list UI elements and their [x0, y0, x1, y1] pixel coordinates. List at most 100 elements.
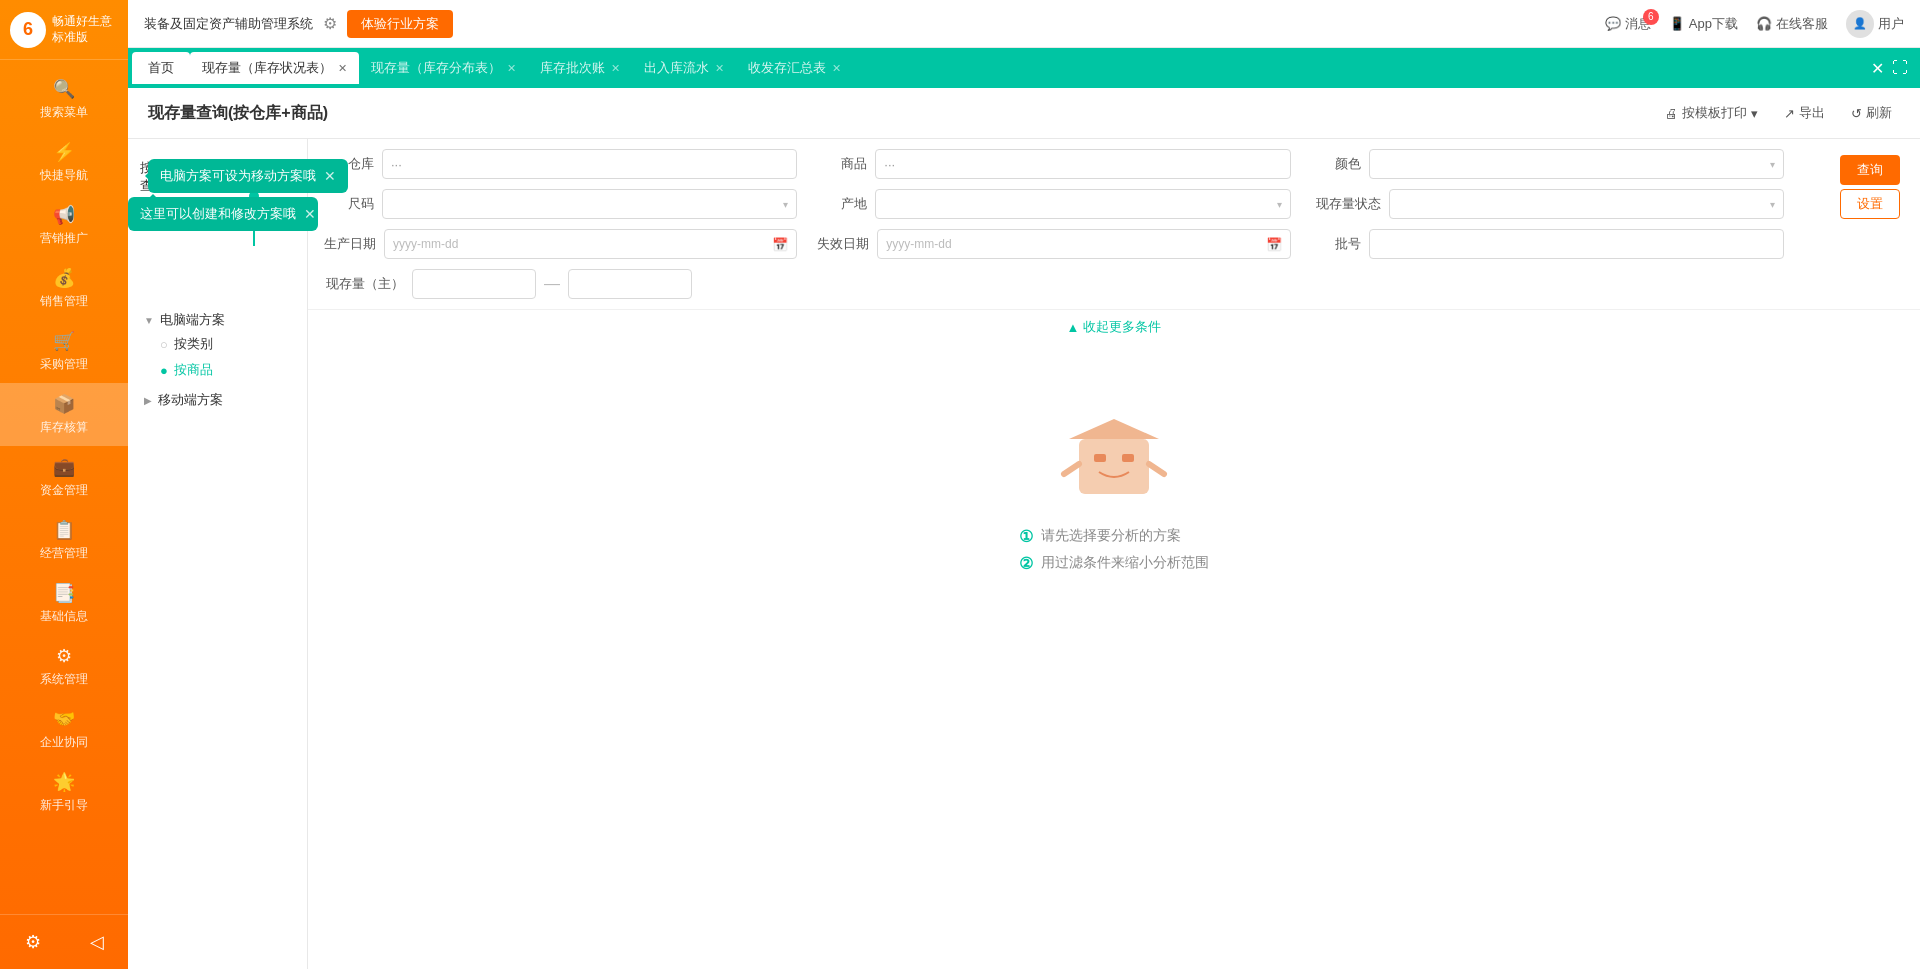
- tab-close-batch-account[interactable]: ✕: [611, 62, 620, 75]
- tooltip-mobile-scheme: 电脑方案可设为移动方案哦 ✕: [148, 159, 348, 193]
- origin-arrow-icon: ▾: [1277, 199, 1282, 210]
- basic-info-icon: 📑: [53, 582, 75, 604]
- industry-btn[interactable]: 体验行业方案: [347, 10, 453, 38]
- topbar-settings-icon[interactable]: ⚙: [323, 14, 337, 33]
- collapse-icon[interactable]: ◁: [84, 925, 110, 959]
- origin-select[interactable]: ▾: [875, 189, 1290, 219]
- prod-date-icon: 📅: [772, 237, 788, 252]
- empty-tip-2: ② 用过滤条件来缩小分析范围: [1019, 554, 1209, 573]
- svg-marker-1: [1069, 419, 1159, 439]
- tab-inventory-status[interactable]: 现存量（库存状况表） ✕: [190, 52, 359, 84]
- exp-date-icon: 📅: [1266, 237, 1282, 252]
- prod-date-placeholder: yyyy-mm-dd: [393, 237, 458, 251]
- sales-icon: 💰: [53, 267, 75, 289]
- sidebar-item-inventory-calc[interactable]: 📦 库存核算: [0, 383, 128, 446]
- tab-inventory-dist[interactable]: 现存量（库存分布表） ✕: [359, 52, 528, 84]
- scheme-by-category[interactable]: ○ 按类别: [160, 331, 295, 357]
- sidebar-item-sales[interactable]: 💰 销售管理: [0, 257, 128, 320]
- sidebar-item-quick-nav[interactable]: ⚡ 快捷导航: [0, 131, 128, 194]
- scheme-by-goods[interactable]: ● 按商品: [160, 357, 295, 383]
- form-row-1: 仓库 ··· 商品 ··· 颜色 ▾: [324, 149, 1904, 179]
- mobile-scheme-item[interactable]: ▶ 移动端方案: [144, 389, 295, 411]
- print-icon: 🖨: [1665, 106, 1678, 121]
- message-icon: 💬: [1605, 16, 1621, 31]
- sidebar-item-finance[interactable]: 💼 资金管理: [0, 446, 128, 509]
- tab-close-in-out-flow[interactable]: ✕: [715, 62, 724, 75]
- form-section: 电脑方案可设为移动方案哦 ✕ 查询 设置 仓库 ··· 商品: [308, 139, 1920, 969]
- stock-status-select[interactable]: ▾: [1389, 189, 1784, 219]
- warehouse-ellipsis: ···: [391, 157, 402, 172]
- message-badge: 6: [1643, 9, 1659, 25]
- tab-recv-send-summary[interactable]: 收发存汇总表 ✕: [736, 52, 853, 84]
- user-item[interactable]: 👤 用户: [1846, 10, 1904, 38]
- topbar-left: 装备及固定资产辅助管理系统 ⚙ 体验行业方案: [144, 10, 453, 38]
- tooltip-create-scheme: 这里可以创建和修改方案哦 ✕: [128, 197, 318, 231]
- size-select[interactable]: ▾: [382, 189, 797, 219]
- desktop-scheme-children: ○ 按类别 ● 按商品: [144, 331, 295, 383]
- sidebar-item-marketing[interactable]: 📢 营销推广: [0, 194, 128, 257]
- sidebar-item-ops[interactable]: 📋 经营管理: [0, 509, 128, 572]
- tooltip2-close-btn[interactable]: ✕: [304, 206, 316, 222]
- sidebar: 6 畅通好生意 标准版 🔍 搜索菜单 ⚡ 快捷导航 📢 营销推广 💰 销售管理 …: [0, 0, 128, 969]
- close-all-btn[interactable]: ✕: [1871, 59, 1884, 78]
- export-btn[interactable]: ↗ 导出: [1776, 100, 1833, 126]
- export-icon: ↗: [1784, 106, 1795, 121]
- desktop-scheme-item[interactable]: ▼ 电脑端方案: [144, 309, 295, 331]
- sidebar-item-search-menu[interactable]: 🔍 搜索菜单: [0, 68, 128, 131]
- fullscreen-btn[interactable]: ⛶: [1892, 59, 1908, 77]
- online-service-item[interactable]: 🎧 在线客服: [1756, 15, 1828, 33]
- scheme-dot1: ○: [160, 337, 168, 352]
- finance-icon: 💼: [53, 456, 75, 478]
- print-arrow-icon: ▾: [1751, 106, 1758, 121]
- tab-close-inventory-status[interactable]: ✕: [338, 62, 347, 75]
- size-arrow-icon: ▾: [783, 199, 788, 210]
- exp-date-input[interactable]: yyyy-mm-dd 📅: [877, 229, 1290, 259]
- tab-home[interactable]: 首页: [132, 52, 190, 84]
- settings-icon[interactable]: ⚙: [19, 925, 47, 959]
- field-stock-status: 现存量状态 ▾: [1311, 189, 1784, 219]
- color-select[interactable]: ▾: [1369, 149, 1784, 179]
- tab-in-out-flow[interactable]: 出入库流水 ✕: [632, 52, 736, 84]
- content-wrapper: 按以下方案查询 + ✎ ← 这里可以创: [128, 139, 1920, 969]
- goods-select[interactable]: ···: [875, 149, 1290, 179]
- svg-rect-3: [1122, 454, 1134, 462]
- form-row-4: 现存量（主） —: [324, 269, 1904, 299]
- sidebar-item-basic-info[interactable]: 📑 基础信息: [0, 572, 128, 635]
- field-size: 尺码 ▾: [324, 189, 797, 219]
- sidebar-item-sys-mgmt[interactable]: ⚙ 系统管理: [0, 635, 128, 698]
- prod-date-input[interactable]: yyyy-mm-dd 📅: [384, 229, 797, 259]
- sidebar-logo: 6 畅通好生意 标准版: [0, 0, 128, 60]
- collapse-bar[interactable]: ▲ 收起更多条件: [308, 309, 1920, 344]
- form-row-3: 生产日期 yyyy-mm-dd 📅 失效日期 yyyy-mm-dd 📅 批号: [324, 229, 1904, 259]
- query-btn[interactable]: 查询: [1840, 155, 1900, 185]
- empty-state: ① 请先选择要分析的方案 ② 用过滤条件来缩小分析范围: [324, 344, 1904, 641]
- sidebar-item-enterprise[interactable]: 🤝 企业协同: [0, 698, 128, 761]
- stock-main-min-input[interactable]: [412, 269, 536, 299]
- page-title: 现存量查询(按仓库+商品): [148, 103, 328, 124]
- reset-btn[interactable]: 设置: [1840, 189, 1900, 219]
- empty-tip-1: ① 请先选择要分析的方案: [1019, 527, 1209, 546]
- logo-icon: 6: [10, 12, 46, 48]
- ops-icon: 📋: [53, 519, 75, 541]
- field-prod-date: 生产日期 yyyy-mm-dd 📅: [324, 229, 797, 259]
- sidebar-item-purchase[interactable]: 🛒 采购管理: [0, 320, 128, 383]
- newbie-icon: 🌟: [53, 771, 75, 793]
- tab-close-inventory-dist[interactable]: ✕: [507, 62, 516, 75]
- message-icon-item[interactable]: 💬 消息 6: [1605, 15, 1651, 33]
- refresh-btn[interactable]: ↺ 刷新: [1843, 100, 1900, 126]
- exp-date-placeholder: yyyy-mm-dd: [886, 237, 951, 251]
- app-download-item[interactable]: 📱 App下载: [1669, 15, 1738, 33]
- color-arrow-icon: ▾: [1770, 159, 1775, 170]
- stock-main-max-input[interactable]: [568, 269, 692, 299]
- tooltip1-close-btn[interactable]: ✕: [324, 168, 336, 184]
- sidebar-item-newbie[interactable]: 🌟 新手引导: [0, 761, 128, 824]
- online-service-icon: 🎧: [1756, 16, 1772, 31]
- tab-batch-account[interactable]: 库存批次账 ✕: [528, 52, 632, 84]
- batch-no-input[interactable]: [1369, 229, 1784, 259]
- field-batch-no: 批号: [1311, 229, 1784, 259]
- warehouse-select[interactable]: ···: [382, 149, 797, 179]
- page-header: 现存量查询(按仓库+商品) 🖨 按模板打印 ▾ ↗ 导出 ↺ 刷新: [128, 88, 1920, 139]
- tab-close-recv-send-summary[interactable]: ✕: [832, 62, 841, 75]
- topbar: 装备及固定资产辅助管理系统 ⚙ 体验行业方案 💬 消息 6 📱 App下载 🎧 …: [128, 0, 1920, 48]
- template-print-btn[interactable]: 🖨 按模板打印 ▾: [1657, 100, 1766, 126]
